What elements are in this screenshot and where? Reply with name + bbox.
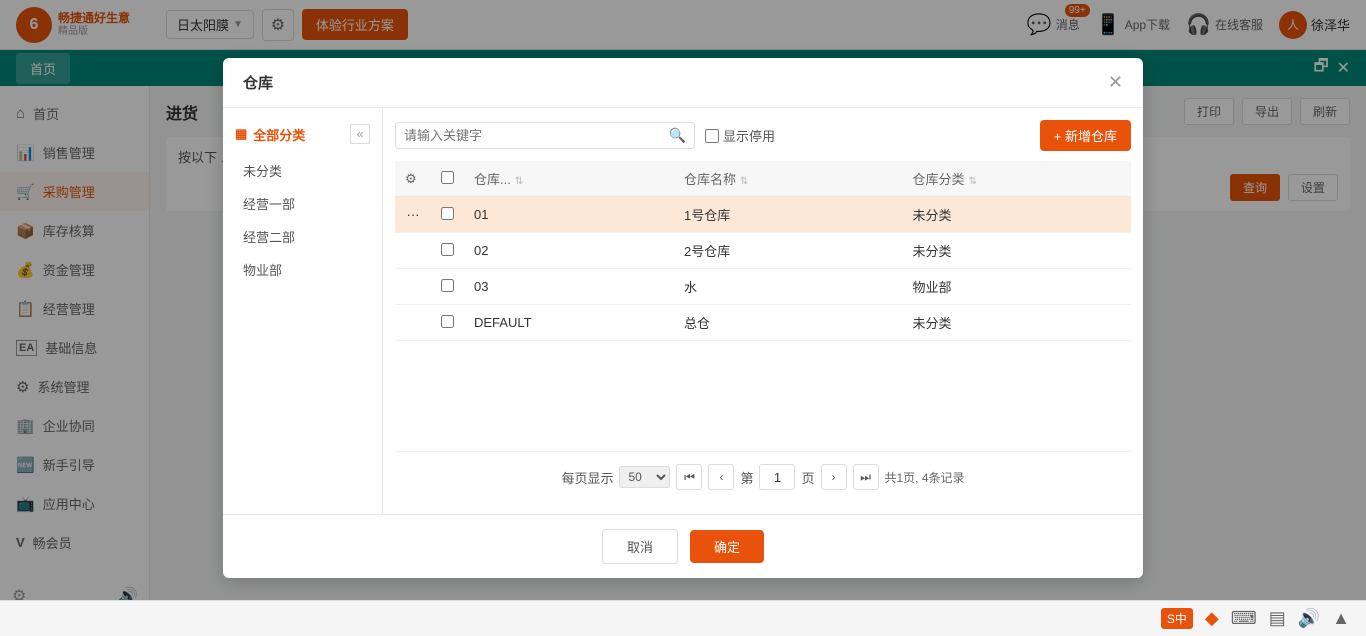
warehouse-modal: 仓库 ✕ ▦ 全部分类 « 未分类 经营一部	[223, 58, 1143, 578]
row-2-actions	[395, 233, 431, 269]
row-3-name: 水	[674, 269, 903, 305]
sort-icon-category: ⇅	[968, 176, 976, 187]
category-grid-icon: ▦	[235, 126, 247, 142]
bottom-grid-icon[interactable]: ▤	[1269, 608, 1286, 629]
page-suffix: 页	[801, 468, 814, 487]
row-1-category: 未分类	[902, 197, 1131, 233]
table-header-gear[interactable]: ⚙	[395, 161, 431, 197]
category-item-ops2[interactable]: 经营二部	[223, 220, 382, 253]
table-header-category[interactable]: 仓库分类⇅	[902, 161, 1131, 197]
row-2-name: 2号仓库	[674, 233, 903, 269]
table-row[interactable]: ··· 01 1号仓库 未分类	[395, 197, 1131, 233]
table-header-check	[431, 161, 464, 197]
total-info: 共1页, 4条记录	[885, 469, 965, 486]
select-all-checkbox[interactable]	[441, 171, 454, 184]
bottom-keyboard-icon[interactable]: ⌨	[1231, 608, 1257, 629]
row-1-actions: ···	[395, 197, 431, 233]
bottom-s-icon[interactable]: S中	[1161, 608, 1193, 629]
bottom-volume-icon[interactable]: 🔊	[1298, 608, 1320, 629]
table-header: ⚙ 仓库...⇅ 仓库名称⇅	[395, 161, 1131, 197]
modal-footer: 取消 确定	[223, 514, 1143, 578]
table-header-name[interactable]: 仓库名称⇅	[674, 161, 903, 197]
row-4-name: 总仓	[674, 305, 903, 341]
modal-close-button[interactable]: ✕	[1108, 72, 1123, 93]
per-page-label: 每页显示	[561, 468, 613, 487]
page-label: 第	[740, 468, 753, 487]
row-2-code: 02	[464, 233, 674, 269]
row-1-code: 01	[464, 197, 674, 233]
table-row[interactable]: DEFAULT 总仓 未分类	[395, 305, 1131, 341]
row-3-checkbox[interactable]	[441, 279, 454, 292]
add-warehouse-button[interactable]: + 新增仓库	[1040, 120, 1131, 151]
show-disabled-label: 显示停用	[705, 126, 775, 145]
search-box: 🔍	[395, 122, 695, 149]
category-list: 未分类 经营一部 经营二部 物业部	[223, 150, 382, 290]
category-header: ▦ 全部分类 «	[223, 118, 382, 150]
cancel-button[interactable]: 取消	[602, 529, 678, 564]
next-page-button[interactable]: ›	[821, 464, 847, 490]
modal-header: 仓库 ✕	[223, 58, 1143, 108]
modal-title: 仓库	[243, 72, 273, 93]
modal-body: ▦ 全部分类 « 未分类 经营一部 经营二部 物	[223, 108, 1143, 514]
prev-page-button[interactable]: ‹	[708, 464, 734, 490]
row-2-category: 未分类	[902, 233, 1131, 269]
table-toolbar: 🔍 显示停用 + 新增仓库	[395, 120, 1131, 151]
last-page-button[interactable]: ⏭	[853, 464, 879, 490]
row-3-code: 03	[464, 269, 674, 305]
bottom-arrow-icon[interactable]: ▲	[1332, 608, 1350, 629]
row-2-checkbox[interactable]	[441, 243, 454, 256]
table-body: ··· 01 1号仓库 未分类 02 2号仓库	[395, 197, 1131, 341]
table-header-code[interactable]: 仓库...⇅	[464, 161, 674, 197]
sort-icon-code: ⇅	[515, 176, 523, 187]
table-row[interactable]: 03 水 物业部	[395, 269, 1131, 305]
category-panel: ▦ 全部分类 « 未分类 经营一部 经营二部 物	[223, 108, 383, 514]
bottom-diamond-icon[interactable]: ◆	[1205, 608, 1219, 629]
row-3-category: 物业部	[902, 269, 1131, 305]
row-1-name: 1号仓库	[674, 197, 903, 233]
collapse-button[interactable]: «	[350, 124, 370, 144]
page-number-input[interactable]	[759, 464, 795, 490]
sort-icon-name: ⇅	[740, 176, 748, 187]
bottom-bar: S中 ◆ ⌨ ▤ 🔊 ▲	[0, 600, 1366, 636]
row-4-checkbox[interactable]	[441, 315, 454, 328]
category-item-property[interactable]: 物业部	[223, 253, 382, 286]
modal-overlay: 仓库 ✕ ▦ 全部分类 « 未分类 经营一部	[0, 0, 1366, 636]
first-page-button[interactable]: ⏮	[676, 464, 702, 490]
category-item-unclassified[interactable]: 未分类	[223, 154, 382, 187]
category-item-ops1[interactable]: 经营一部	[223, 187, 382, 220]
confirm-button[interactable]: 确定	[690, 530, 764, 563]
all-category-button[interactable]: ▦ 全部分类	[235, 125, 305, 144]
table-row[interactable]: 02 2号仓库 未分类	[395, 233, 1131, 269]
warehouse-table: ⚙ 仓库...⇅ 仓库名称⇅	[395, 161, 1131, 341]
row-4-actions	[395, 305, 431, 341]
row-1-checkbox[interactable]	[441, 207, 454, 220]
row-4-category: 未分类	[902, 305, 1131, 341]
per-page-select[interactable]: 50 20 100	[619, 466, 670, 488]
search-input[interactable]	[404, 128, 669, 143]
row-3-actions	[395, 269, 431, 305]
show-disabled-checkbox[interactable]	[705, 129, 719, 143]
pagination: 每页显示 50 20 100 ⏮ ‹ 第 页 › ⏭ 共1页, 4条记录	[395, 451, 1131, 502]
row-4-code: DEFAULT	[464, 305, 674, 341]
search-icon: 🔍	[669, 127, 686, 144]
table-panel: 🔍 显示停用 + 新增仓库 ⚙	[383, 108, 1143, 514]
table-container: ⚙ 仓库...⇅ 仓库名称⇅	[395, 161, 1131, 451]
